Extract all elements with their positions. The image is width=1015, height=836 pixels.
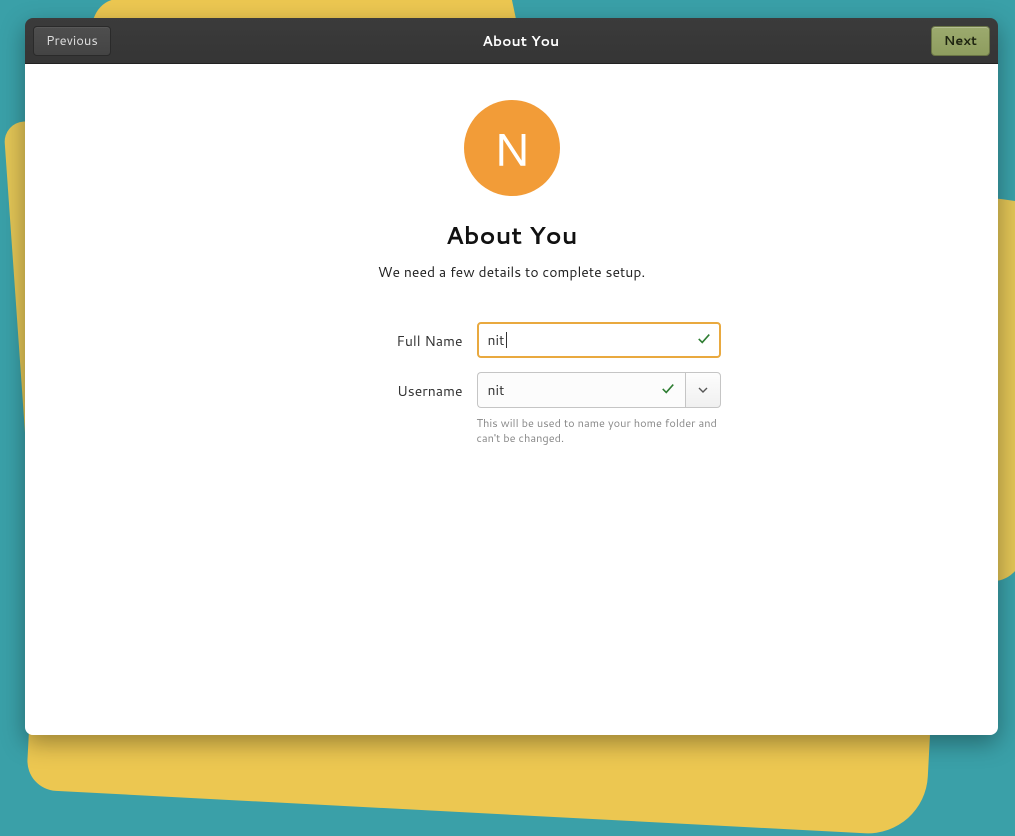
avatar[interactable]: N bbox=[464, 100, 560, 196]
user-form: Full Name Username bbox=[303, 322, 721, 446]
avatar-initial: N bbox=[493, 116, 530, 181]
text-cursor bbox=[506, 332, 507, 348]
content-area: N About You We need a few details to com… bbox=[25, 64, 998, 735]
window-title: About You bbox=[482, 31, 559, 51]
next-button[interactable]: Next bbox=[931, 26, 990, 56]
username-hint: This will be used to name your home fold… bbox=[477, 416, 721, 446]
full-name-label: Full Name bbox=[303, 322, 463, 351]
full-name-input[interactable] bbox=[477, 322, 721, 358]
username-label: Username bbox=[303, 372, 463, 401]
chevron-down-icon bbox=[698, 383, 708, 398]
username-input[interactable] bbox=[477, 372, 685, 408]
username-dropdown-button[interactable] bbox=[685, 372, 721, 408]
previous-button[interactable]: Previous bbox=[33, 26, 111, 56]
titlebar: Previous About You Next bbox=[25, 18, 998, 64]
page-heading: About You bbox=[446, 218, 578, 252]
setup-window: Previous About You Next N About You We n… bbox=[25, 18, 998, 735]
page-subheading: We need a few details to complete setup. bbox=[378, 262, 646, 282]
